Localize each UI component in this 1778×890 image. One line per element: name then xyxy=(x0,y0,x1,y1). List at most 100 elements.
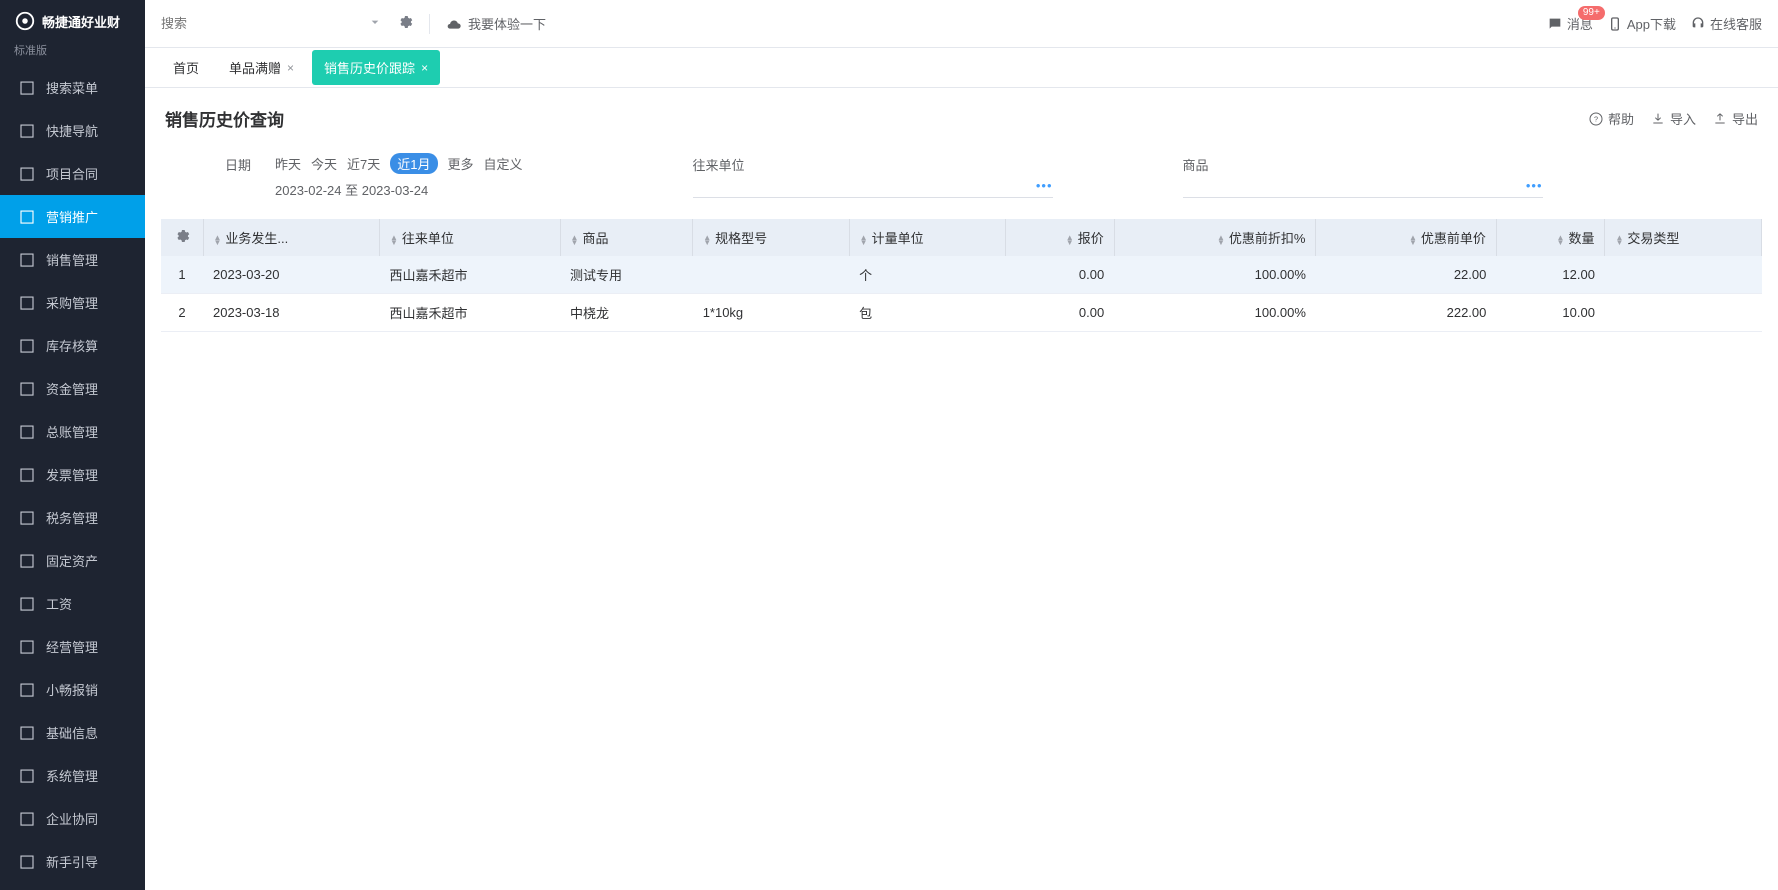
sidebar-item-13[interactable]: 经营管理 xyxy=(0,625,145,668)
money-icon xyxy=(18,380,36,398)
sidebar-item-12[interactable]: 工资 xyxy=(0,582,145,625)
table-cell: 222.00 xyxy=(1316,294,1496,332)
sidebar-item-15[interactable]: 基础信息 xyxy=(0,711,145,754)
table-row[interactable]: 22023-03-18西山嘉禾超市中桡龙1*10kg包0.00100.00%22… xyxy=(161,294,1762,332)
sidebar-item-label: 经营管理 xyxy=(46,637,98,656)
messages-link[interactable]: 消息 99+ xyxy=(1547,14,1593,33)
table-cell: 100.00% xyxy=(1114,256,1316,294)
row-index: 1 xyxy=(161,256,203,294)
date-option[interactable]: 近7天 xyxy=(347,154,380,173)
sort-icon[interactable]: ▲▼ xyxy=(1066,235,1074,245)
info-icon xyxy=(18,724,36,742)
top-actions: 消息 99+ App下载 在线客服 xyxy=(1547,14,1762,33)
table-header[interactable]: ▲▼往来单位 xyxy=(379,219,560,256)
sidebar-item-11[interactable]: 固定资产 xyxy=(0,539,145,582)
sort-icon[interactable]: ▲▼ xyxy=(860,235,868,245)
tab-1[interactable]: 单品满赠× xyxy=(217,50,306,85)
export-icon xyxy=(1712,111,1728,127)
product-picker-icon[interactable]: ••• xyxy=(1526,178,1543,193)
table-header[interactable]: ▲▼数量 xyxy=(1496,219,1605,256)
experience-link[interactable]: 我要体验一下 xyxy=(446,14,546,33)
table-header[interactable]: ▲▼优惠前折扣% xyxy=(1114,219,1316,256)
table-header[interactable]: ▲▼业务发生... xyxy=(203,219,379,256)
table-cell xyxy=(1605,256,1762,294)
sidebar-item-16[interactable]: 系统管理 xyxy=(0,754,145,797)
sort-icon[interactable]: ▲▼ xyxy=(571,235,579,245)
sidebar-item-8[interactable]: 总账管理 xyxy=(0,410,145,453)
sidebar-item-label: 发票管理 xyxy=(46,465,98,484)
table-row[interactable]: 12023-03-20西山嘉禾超市测试专用个0.00100.00%22.0012… xyxy=(161,256,1762,294)
close-icon[interactable]: × xyxy=(421,61,428,75)
sort-icon[interactable]: ▲▼ xyxy=(1409,235,1417,245)
sidebar-item-7[interactable]: 资金管理 xyxy=(0,367,145,410)
date-option[interactable]: 自定义 xyxy=(484,154,523,173)
salary-icon xyxy=(18,595,36,613)
page-title: 销售历史价查询 xyxy=(165,106,284,131)
tabs-row: 首页单品满赠×销售历史价跟踪× xyxy=(145,48,1778,88)
history-table: ▲▼业务发生...▲▼往来单位▲▼商品▲▼规格型号▲▼计量单位▲▼报价▲▼优惠前… xyxy=(161,219,1762,332)
partner-picker-icon[interactable]: ••• xyxy=(1036,178,1053,193)
product-input[interactable] xyxy=(1183,178,1543,193)
sidebar-item-label: 小畅报销 xyxy=(46,680,98,699)
table-header[interactable]: ▲▼优惠前单价 xyxy=(1316,219,1496,256)
sort-icon[interactable]: ▲▼ xyxy=(390,235,398,245)
search-input[interactable] xyxy=(161,16,361,31)
messages-badge: 99+ xyxy=(1578,6,1605,20)
table-header[interactable]: ▲▼交易类型 xyxy=(1605,219,1762,256)
sidebar-item-18[interactable]: 新手引导 xyxy=(0,840,145,883)
table-cell xyxy=(693,256,849,294)
partner-input[interactable] xyxy=(693,178,1053,193)
sidebar-item-0[interactable]: 搜索菜单 xyxy=(0,66,145,109)
sidebar-item-9[interactable]: 发票管理 xyxy=(0,453,145,496)
filter-product-label: 商品 xyxy=(1183,153,1209,174)
guide-icon xyxy=(18,853,36,871)
sidebar-item-14[interactable]: 小畅报销 xyxy=(0,668,145,711)
filter-partner: 往来单位 ••• xyxy=(693,153,1053,199)
sidebar-item-2[interactable]: 项目合同 xyxy=(0,152,145,195)
sidebar-item-label: 税务管理 xyxy=(46,508,98,527)
sidebar-item-6[interactable]: 库存核算 xyxy=(0,324,145,367)
customer-service-link[interactable]: 在线客服 xyxy=(1690,14,1762,33)
sidebar-item-5[interactable]: 采购管理 xyxy=(0,281,145,324)
table-header[interactable]: ▲▼计量单位 xyxy=(849,219,1005,256)
sort-icon[interactable]: ▲▼ xyxy=(1217,235,1225,245)
export-button[interactable]: 导出 xyxy=(1712,109,1758,128)
table-settings-header[interactable] xyxy=(161,219,203,256)
cloud-icon xyxy=(446,16,462,32)
sort-icon[interactable]: ▲▼ xyxy=(1557,235,1565,245)
table-cell: 西山嘉禾超市 xyxy=(379,294,560,332)
sort-icon[interactable]: ▲▼ xyxy=(214,235,222,245)
help-button[interactable]: ? 帮助 xyxy=(1588,109,1634,128)
sidebar-item-17[interactable]: 企业协同 xyxy=(0,797,145,840)
table-header[interactable]: ▲▼商品 xyxy=(560,219,693,256)
sort-icon[interactable]: ▲▼ xyxy=(1615,235,1623,245)
tab-0[interactable]: 首页 xyxy=(161,50,211,85)
biz-icon xyxy=(18,638,36,656)
table-body: 12023-03-20西山嘉禾超市测试专用个0.00100.00%22.0012… xyxy=(161,256,1762,332)
main-area: 我要体验一下 消息 99+ App下载 在线客服 首页单品满 xyxy=(145,0,1778,890)
import-button[interactable]: 导入 xyxy=(1650,109,1696,128)
date-option[interactable]: 近1月 xyxy=(390,153,437,174)
sort-icon[interactable]: ▲▼ xyxy=(703,235,711,245)
table-header[interactable]: ▲▼报价 xyxy=(1006,219,1115,256)
table-cell: 2023-03-18 xyxy=(203,294,379,332)
date-option[interactable]: 今天 xyxy=(311,154,337,173)
gift-icon xyxy=(18,208,36,226)
table-cell: 测试专用 xyxy=(560,256,693,294)
sidebar-item-4[interactable]: 销售管理 xyxy=(0,238,145,281)
close-icon[interactable]: × xyxy=(287,61,294,75)
date-option[interactable]: 更多 xyxy=(448,154,474,173)
search-icon xyxy=(18,79,36,97)
tab-2[interactable]: 销售历史价跟踪× xyxy=(312,50,440,85)
date-options: 昨天今天近7天近1月更多自定义 xyxy=(275,153,523,174)
reimburse-icon xyxy=(18,681,36,699)
date-option[interactable]: 昨天 xyxy=(275,154,301,173)
app-download-link[interactable]: App下载 xyxy=(1607,14,1676,33)
table-header[interactable]: ▲▼规格型号 xyxy=(693,219,849,256)
sidebar-item-10[interactable]: 税务管理 xyxy=(0,496,145,539)
chevron-down-icon[interactable] xyxy=(367,14,383,33)
gear-icon[interactable] xyxy=(397,14,413,33)
brand-edition: 标准版 xyxy=(0,42,145,66)
sidebar-item-1[interactable]: 快捷导航 xyxy=(0,109,145,152)
sidebar-item-3[interactable]: 营销推广 xyxy=(0,195,145,238)
